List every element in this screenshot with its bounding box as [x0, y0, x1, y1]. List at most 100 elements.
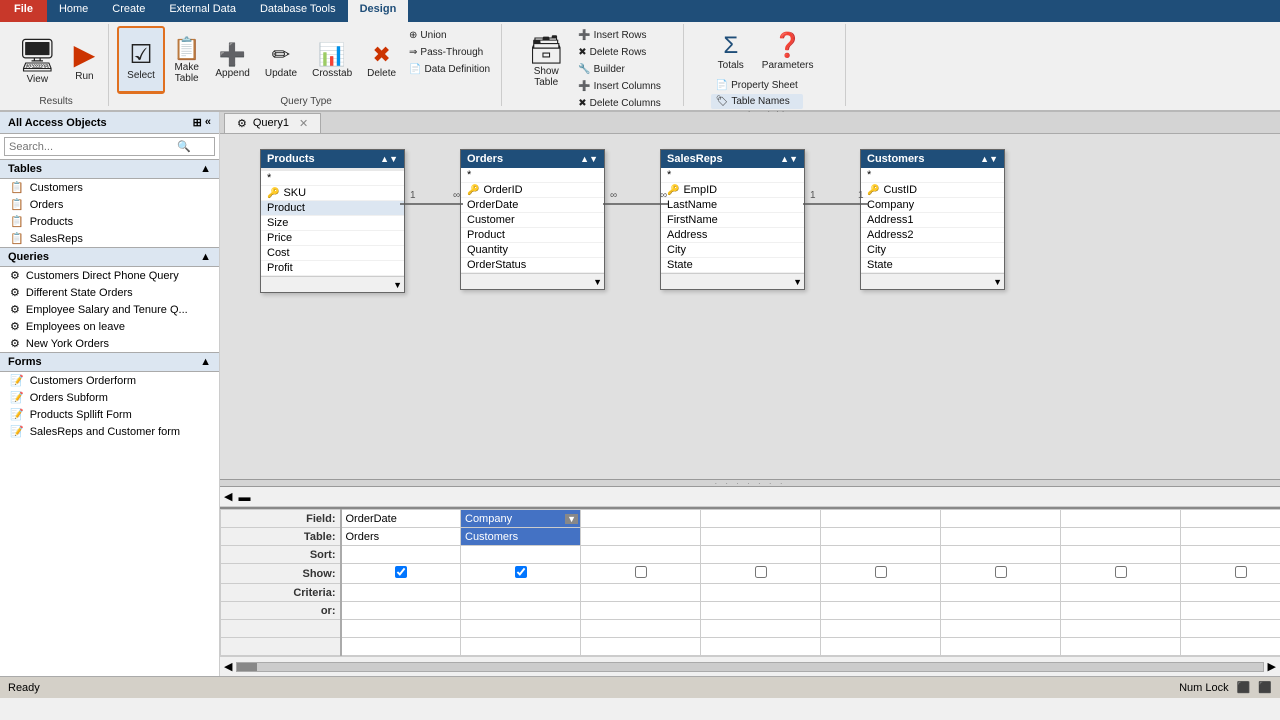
customers-field-state[interactable]: State — [861, 258, 1004, 273]
show-checkbox-3[interactable] — [635, 566, 647, 578]
products-field-profit[interactable]: Profit — [261, 261, 404, 276]
grid-or-4[interactable] — [701, 602, 821, 620]
grid-sort-5[interactable] — [821, 546, 941, 564]
customers-table-header[interactable]: Customers ▲▼ — [861, 150, 1004, 168]
tab-create[interactable]: Create — [100, 0, 157, 22]
customers-field-asterisk[interactable]: * — [861, 168, 1004, 183]
grid-criteria-3[interactable] — [581, 584, 701, 602]
grid-show-3[interactable] — [581, 564, 701, 584]
grid-extra-1-8[interactable] — [1181, 620, 1280, 638]
products-field-size[interactable]: Size — [261, 216, 404, 231]
customers-field-city[interactable]: City — [861, 243, 1004, 258]
sidebar-item-customers-orderform[interactable]: 📝 Customers Orderform — [0, 372, 219, 389]
view-button[interactable]: 🖥 View — [10, 26, 65, 94]
grid-or-2[interactable] — [461, 602, 581, 620]
customers-field-custid[interactable]: 🔑 CustID — [861, 183, 1004, 198]
sidebar-item-products-form[interactable]: 📝 Products Spllift Form — [0, 406, 219, 423]
grid-show-6[interactable] — [941, 564, 1061, 584]
customers-field-address2[interactable]: Address2 — [861, 228, 1004, 243]
run-button[interactable]: ▶ Run — [67, 26, 103, 94]
property-sheet-button[interactable]: 📄 Property Sheet — [711, 78, 803, 93]
grid-scroll-right-icon[interactable]: ▬ — [238, 490, 250, 504]
sidebar-item-different-state[interactable]: ⚙ Different State Orders — [0, 284, 219, 301]
make-table-button[interactable]: 📋 MakeTable — [166, 26, 207, 94]
grid-show-4[interactable] — [701, 564, 821, 584]
insert-rows-button[interactable]: ➕ Insert Rows — [573, 28, 666, 43]
grid-sort-6[interactable] — [941, 546, 1061, 564]
salesreps-field-state[interactable]: State — [661, 258, 804, 273]
sidebar-item-customers-phone[interactable]: ⚙ Customers Direct Phone Query — [0, 267, 219, 284]
insert-columns-button[interactable]: ➕ Insert Columns — [573, 79, 666, 94]
grid-extra-2-7[interactable] — [1061, 638, 1181, 656]
grid-table-3[interactable] — [581, 528, 701, 546]
customers-scroll-down-icon[interactable]: ▼ — [993, 277, 1002, 287]
delete-columns-button[interactable]: ✖ Delete Columns — [573, 96, 666, 111]
crosstab-button[interactable]: 📊 Crosstab — [305, 26, 359, 94]
sidebar-search-box[interactable]: 🔍 — [4, 137, 215, 156]
grid-criteria-5[interactable] — [821, 584, 941, 602]
grid-criteria-1[interactable] — [341, 584, 461, 602]
show-checkbox-7[interactable] — [1115, 566, 1127, 578]
grid-sort-4[interactable] — [701, 546, 821, 564]
tab-external[interactable]: External Data — [157, 0, 248, 22]
orders-field-customer[interactable]: Customer — [461, 213, 604, 228]
grid-or-6[interactable] — [941, 602, 1061, 620]
sidebar-item-salesreps-form[interactable]: 📝 SalesReps and Customer form — [0, 423, 219, 440]
grid-field-orderdate[interactable]: OrderDate — [341, 510, 461, 528]
products-field-product[interactable]: Product — [261, 201, 404, 216]
orders-field-orderid[interactable]: 🔑 OrderID — [461, 183, 604, 198]
salesreps-field-address[interactable]: Address — [661, 228, 804, 243]
salesreps-field-city[interactable]: City — [661, 243, 804, 258]
show-checkbox-4[interactable] — [755, 566, 767, 578]
grid-extra-2-5[interactable] — [821, 638, 941, 656]
tab-home[interactable]: Home — [47, 0, 100, 22]
grid-bottom-right-icon[interactable]: ▶ — [1268, 660, 1276, 673]
tab-file[interactable]: File — [0, 0, 47, 22]
products-table-header[interactable]: Products ▲▼ — [261, 150, 404, 168]
grid-table-7[interactable] — [1061, 528, 1181, 546]
grid-show-5[interactable] — [821, 564, 941, 584]
grid-extra-1-1[interactable] — [341, 620, 461, 638]
grid-extra-2-1[interactable] — [341, 638, 461, 656]
grid-extra-2-4[interactable] — [701, 638, 821, 656]
data-definition-button[interactable]: 📄 Data Definition — [404, 62, 495, 77]
grid-field-4[interactable] — [701, 510, 821, 528]
sidebar-section-forms[interactable]: Forms ▲ — [0, 352, 219, 372]
design-grid-splitter[interactable]: · · · · · · · — [220, 479, 1280, 487]
tab-design[interactable]: Design — [348, 0, 409, 22]
show-checkbox-1[interactable] — [395, 566, 407, 578]
grid-or-8[interactable] — [1181, 602, 1280, 620]
grid-scrollbar-thumb[interactable] — [237, 663, 257, 671]
union-button[interactable]: ⊕ Union — [404, 28, 495, 43]
delete-button[interactable]: ✖ Delete — [360, 26, 403, 94]
grid-table-8[interactable] — [1181, 528, 1280, 546]
grid-criteria-4[interactable] — [701, 584, 821, 602]
orders-field-orderstatus[interactable]: OrderStatus — [461, 258, 604, 273]
builder-button[interactable]: 🔧 Builder — [573, 62, 666, 77]
grid-field-7[interactable] — [1061, 510, 1181, 528]
customers-field-address1[interactable]: Address1 — [861, 213, 1004, 228]
salesreps-field-lastname[interactable]: LastName — [661, 198, 804, 213]
grid-extra-2-8[interactable] — [1181, 638, 1280, 656]
grid-extra-2-2[interactable] — [461, 638, 581, 656]
show-checkbox-2[interactable] — [515, 566, 527, 578]
grid-bottom-left-icon[interactable]: ◀ — [224, 660, 232, 673]
grid-show-8[interactable] — [1181, 564, 1280, 584]
grid-show-1[interactable] — [341, 564, 461, 584]
grid-show-7[interactable] — [1061, 564, 1181, 584]
customers-field-company[interactable]: Company — [861, 198, 1004, 213]
grid-table-6[interactable] — [941, 528, 1061, 546]
grid-sort-7[interactable] — [1061, 546, 1181, 564]
sidebar-item-new-york[interactable]: ⚙ New York Orders — [0, 335, 219, 352]
products-field-asterisk[interactable]: * — [261, 171, 404, 186]
grid-field-company[interactable]: Company ▼ — [461, 510, 581, 528]
query1-tab[interactable]: ⚙ Query1 ✕ — [224, 113, 321, 133]
company-dropdown-icon[interactable]: ▼ — [565, 514, 578, 524]
grid-criteria-7[interactable] — [1061, 584, 1181, 602]
search-input[interactable] — [5, 139, 175, 155]
grid-sort-1[interactable] — [341, 546, 461, 564]
grid-or-3[interactable] — [581, 602, 701, 620]
salesreps-table-header[interactable]: SalesReps ▲▼ — [661, 150, 804, 168]
select-button[interactable]: ☑ Select — [117, 26, 165, 94]
grid-extra-2-3[interactable] — [581, 638, 701, 656]
